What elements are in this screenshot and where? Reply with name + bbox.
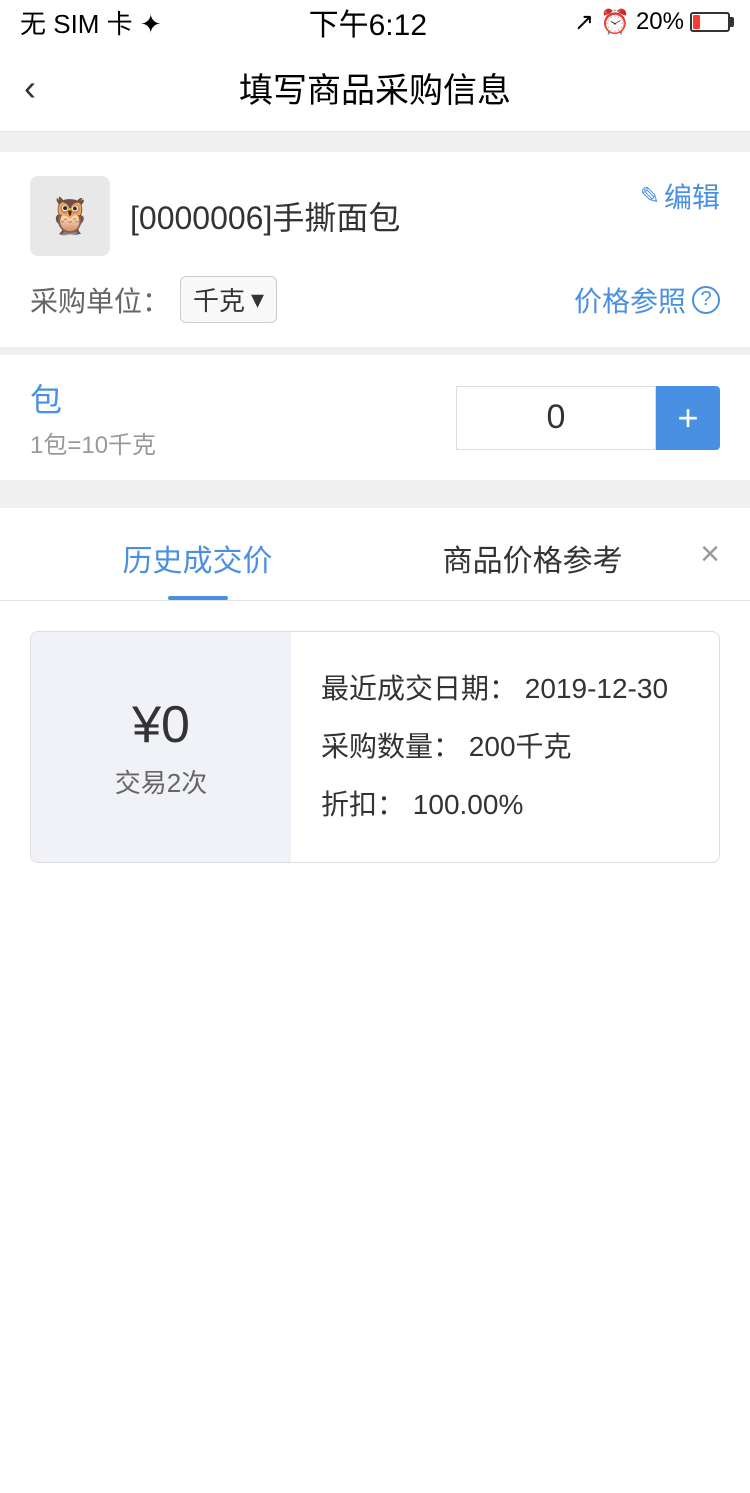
history-right: 最近成交日期： 2019-12-30 采购数量： 200千克 折扣： 100.0… bbox=[291, 632, 719, 862]
date-label: 最近成交日期： bbox=[321, 673, 517, 704]
battery-icon bbox=[690, 12, 730, 32]
qty-value: 200千克 bbox=[469, 731, 572, 762]
tab-content: ¥0 交易2次 最近成交日期： 2019-12-30 采购数量： 200千克 折… bbox=[0, 601, 750, 893]
discount-label: 折扣： bbox=[321, 789, 405, 820]
tab-close-button[interactable]: × bbox=[700, 515, 720, 594]
quantity-input[interactable]: 0 bbox=[456, 386, 656, 450]
status-left: 无 SIM 卡 ✦ bbox=[20, 4, 162, 41]
history-date-row: 最近成交日期： 2019-12-30 bbox=[321, 668, 689, 710]
page-body bbox=[0, 893, 750, 1493]
status-bar: 无 SIM 卡 ✦ 下午6:12 ↗ ⏰ 20% bbox=[0, 0, 750, 44]
quantity-plus-button[interactable]: + bbox=[656, 386, 720, 450]
product-left: 🦉 [0000006]手撕面包 bbox=[30, 176, 400, 256]
location-icon: ↗ bbox=[574, 8, 594, 37]
unit-value: 千克 bbox=[193, 281, 245, 318]
qty-label: 采购数量： bbox=[321, 731, 461, 762]
nav-bar: ‹ 填写商品采购信息 bbox=[0, 44, 750, 132]
tab-history-price[interactable]: 历史成交价 bbox=[30, 508, 365, 600]
history-discount-row: 折扣： 100.00% bbox=[321, 784, 689, 826]
edit-label: 编辑 bbox=[664, 176, 720, 216]
tab-panel: 历史成交价 商品价格参考 × ¥0 交易2次 最近成交日期： 2019-12-3… bbox=[0, 508, 750, 893]
product-owl-icon: 🦉 bbox=[48, 195, 93, 237]
unit-arrow-icon: ▾ bbox=[251, 284, 264, 315]
history-qty-row: 采购数量： 200千克 bbox=[321, 726, 689, 768]
tab-product-price-ref[interactable]: 商品价格参考 bbox=[365, 508, 700, 600]
history-price: ¥0 bbox=[132, 695, 190, 755]
alarm-icon: ⏰ bbox=[600, 8, 630, 37]
history-trade-count: 交易2次 bbox=[115, 763, 207, 800]
quantity-row: 包 1包=10千克 0 + bbox=[0, 355, 750, 480]
history-card: ¥0 交易2次 最近成交日期： 2019-12-30 采购数量： 200千克 折… bbox=[30, 631, 720, 863]
quantity-controls: 0 + bbox=[456, 386, 720, 450]
price-ref-label: 价格参照 bbox=[574, 280, 686, 320]
edit-icon: ✎ bbox=[640, 182, 660, 211]
nav-title: 填写商品采购信息 bbox=[239, 63, 511, 112]
battery-pct: 20% bbox=[636, 8, 684, 36]
quantity-sub-label: 1包=10千克 bbox=[30, 425, 156, 460]
back-button[interactable]: ‹ bbox=[24, 67, 36, 109]
date-value: 2019-12-30 bbox=[525, 673, 668, 704]
status-time: 下午6:12 bbox=[309, 0, 427, 44]
tab-header: 历史成交价 商品价格参考 × bbox=[0, 508, 750, 601]
quantity-label-group: 包 1包=10千克 bbox=[30, 375, 156, 460]
price-ref-button[interactable]: 价格参照 ? bbox=[574, 280, 720, 320]
history-left: ¥0 交易2次 bbox=[31, 632, 291, 862]
edit-button[interactable]: ✎ 编辑 bbox=[640, 176, 720, 216]
unit-label: 采购单位： bbox=[30, 280, 170, 320]
sim-text: 无 SIM 卡 ✦ bbox=[20, 4, 162, 41]
product-card: 🦉 [0000006]手撕面包 ✎ 编辑 采购单位： 千克 ▾ 价格参照 ? bbox=[0, 152, 750, 347]
unit-select[interactable]: 千克 ▾ bbox=[180, 276, 277, 323]
quantity-unit-label: 包 bbox=[30, 375, 156, 421]
product-thumbnail: 🦉 bbox=[30, 176, 110, 256]
help-icon: ? bbox=[692, 286, 720, 314]
discount-value: 100.00% bbox=[413, 789, 524, 820]
divider-1 bbox=[0, 347, 750, 355]
divider-2 bbox=[0, 480, 750, 488]
product-unit-row: 采购单位： 千克 ▾ 价格参照 ? bbox=[30, 276, 720, 323]
status-right: ↗ ⏰ 20% bbox=[574, 8, 730, 37]
product-header: 🦉 [0000006]手撕面包 ✎ 编辑 bbox=[30, 176, 720, 256]
product-name: [0000006]手撕面包 bbox=[130, 193, 400, 239]
